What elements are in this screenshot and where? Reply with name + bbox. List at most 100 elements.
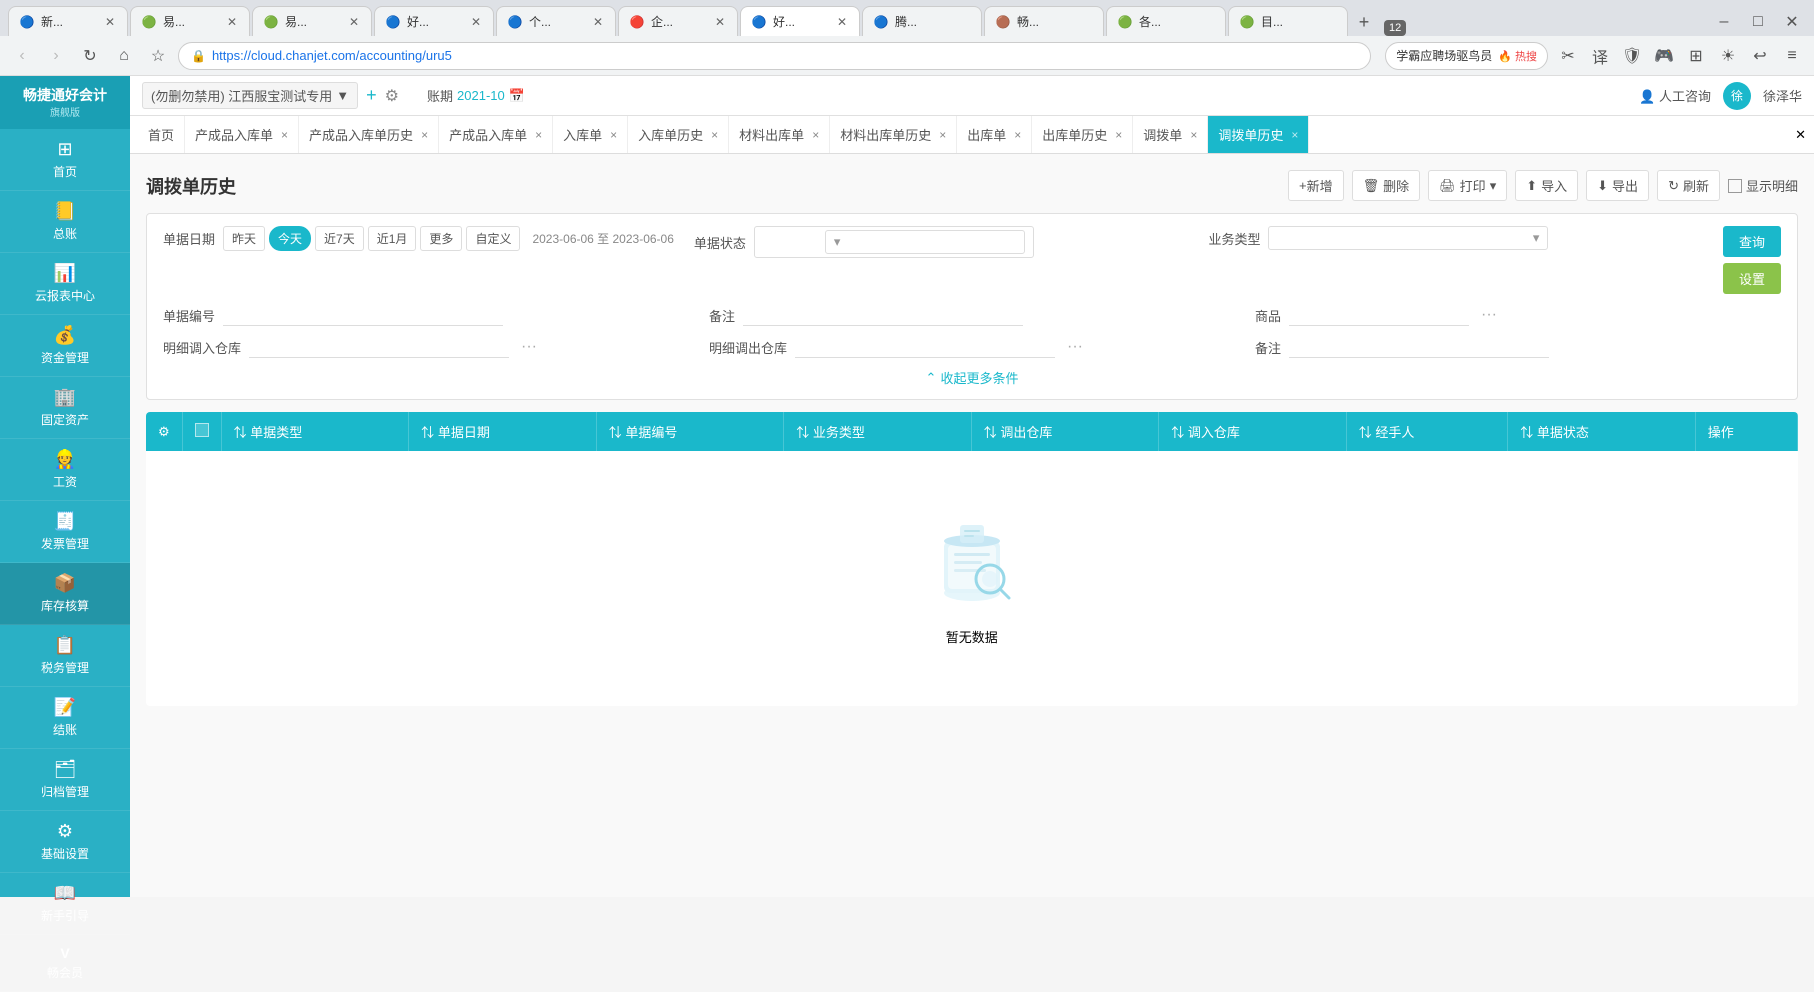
goods-dots-btn[interactable]: ··· [1481, 306, 1497, 324]
select-all-checkbox[interactable] [195, 423, 209, 437]
game-icon[interactable]: 🎮 [1650, 42, 1678, 70]
calendar-icon[interactable]: 📅 [509, 88, 525, 104]
tab-mat-out-close[interactable]: × [812, 128, 819, 142]
tab-in-hist[interactable]: 入库单历史 × [628, 116, 729, 154]
th-doc-no[interactable]: ⇅ 单据编号 [596, 412, 784, 451]
sidebar-item-settings[interactable]: ⚙ 基础设置 [0, 811, 130, 873]
query-btn[interactable]: 查询 [1723, 226, 1781, 257]
th-gear[interactable]: ⚙ [146, 412, 182, 451]
browser-tab-6[interactable]: 🔴 企... ✕ [618, 6, 738, 36]
date-7days-btn[interactable]: 近7天 [315, 226, 364, 251]
bookmark-button[interactable]: ☆ [144, 42, 172, 70]
new-tab-button[interactable]: + [1350, 8, 1378, 36]
show-toggle-checkbox[interactable] [1728, 179, 1742, 193]
date-today-btn[interactable]: 今天 [269, 226, 311, 251]
tab-close-2[interactable]: ✕ [225, 13, 239, 31]
browser-tab-3[interactable]: 🟢 易... ✕ [252, 6, 372, 36]
tab-close-5[interactable]: ✕ [591, 13, 605, 31]
filter-status-select[interactable]: ▾ [754, 226, 1034, 258]
sidebar-item-close[interactable]: 📝 结账 [0, 687, 130, 749]
settings-gear-icon[interactable]: ⚙ [385, 86, 399, 106]
tab-close-6[interactable]: ✕ [713, 13, 727, 31]
tab-product-in[interactable]: 产成品入库单 × [185, 116, 299, 154]
date-custom-btn[interactable]: 自定义 [466, 226, 520, 251]
company-selector[interactable]: (勿删勿禁用) 江西服宝测试专用 ▼ [142, 82, 358, 109]
tab-product-in-hist-close[interactable]: × [421, 128, 428, 142]
sidebar-item-inventory[interactable]: 📦 库存核算 [0, 563, 130, 625]
browser-tab-1[interactable]: 🔵 新... ✕ [8, 6, 128, 36]
th-transfer-out[interactable]: ⇅ 调出仓库 [971, 412, 1159, 451]
sidebar-item-report[interactable]: 📊 云报表中心 [0, 253, 130, 315]
collapse-btn[interactable]: ⌃ 收起更多条件 [163, 368, 1781, 387]
filter-detail-in-input[interactable] [249, 336, 509, 358]
settings-btn[interactable]: 设置 [1723, 263, 1781, 294]
browser-tab-5[interactable]: 🔵 个... ✕ [496, 6, 616, 36]
tab-close-active[interactable]: ✕ [835, 13, 849, 31]
back-button[interactable]: ‹ [8, 42, 36, 70]
sidebar-item-ledger[interactable]: 📒 总账 [0, 191, 130, 253]
tab-close-1[interactable]: ✕ [103, 13, 117, 31]
filter-goods-input[interactable] [1289, 304, 1469, 326]
browser-tab-active[interactable]: 🔵 好... ✕ [740, 6, 860, 36]
cut-icon[interactable]: ✂ [1554, 42, 1582, 70]
th-transfer-in[interactable]: ⇅ 调入仓库 [1159, 412, 1347, 451]
tab-in-close[interactable]: × [610, 128, 617, 142]
th-doc-status[interactable]: ⇅ 单据状态 [1508, 412, 1696, 451]
tab-product-in2[interactable]: 产成品入库单 × [439, 116, 553, 154]
tab-in[interactable]: 入库单 × [553, 116, 628, 154]
period-value[interactable]: 2021-10 [457, 88, 505, 103]
browser-tab-8[interactable]: 🔵 腾... [862, 6, 982, 36]
tab-mat-out-hist-close[interactable]: × [939, 128, 946, 142]
tab-transfer[interactable]: 调拨单 × [1133, 116, 1208, 154]
translate-icon[interactable]: 译 [1586, 42, 1614, 70]
sidebar-item-archive[interactable]: 🗂 归档管理 [0, 749, 130, 811]
undo-icon[interactable]: ↩ [1746, 42, 1774, 70]
tab-out-hist-close[interactable]: × [1115, 128, 1122, 142]
th-handler[interactable]: ⇅ 经手人 [1346, 412, 1507, 451]
menu-icon[interactable]: ≡ [1778, 42, 1806, 70]
tab-home[interactable]: 首页 [138, 116, 185, 154]
service-btn[interactable]: 👤 人工咨询 [1639, 86, 1711, 105]
grid-icon[interactable]: ⊞ [1682, 42, 1710, 70]
sidebar-item-funds[interactable]: 💰 资金管理 [0, 315, 130, 377]
tab-product-in-close[interactable]: × [281, 128, 288, 142]
tab-out[interactable]: 出库单 × [957, 116, 1032, 154]
th-biz-type[interactable]: ⇅ 业务类型 [784, 412, 972, 451]
window-minimize-btn[interactable]: – [1710, 8, 1738, 36]
refresh-button[interactable]: ↻ [76, 42, 104, 70]
delete-btn[interactable]: 🗑 删除 [1352, 170, 1421, 201]
tab-in-hist-close[interactable]: × [711, 128, 718, 142]
tab-out-hist[interactable]: 出库单历史 × [1032, 116, 1133, 154]
th-checkbox[interactable] [182, 412, 221, 451]
browser-tab-10[interactable]: 🟢 各... [1106, 6, 1226, 36]
sidebar-item-member[interactable]: V 畅会员 [0, 935, 130, 992]
filter-note-input[interactable] [1289, 336, 1549, 358]
tab-mat-out[interactable]: 材料出库单 × [729, 116, 830, 154]
sidebar-item-payroll[interactable]: 👷 工资 [0, 439, 130, 501]
th-doc-type[interactable]: ⇅ 单据类型 [221, 412, 409, 451]
tab-transfer-hist-close[interactable]: × [1291, 128, 1298, 142]
forward-button[interactable]: › [42, 42, 70, 70]
browser-tab-2[interactable]: 🟢 易... ✕ [130, 6, 250, 36]
tab-product-in-hist[interactable]: 产成品入库单历史 × [299, 116, 439, 154]
tab-close-all[interactable]: ✕ [1795, 127, 1806, 143]
sidebar-item-home[interactable]: ⊞ 首页 [0, 129, 130, 191]
tab-transfer-close[interactable]: × [1190, 128, 1197, 142]
tab-out-close[interactable]: × [1014, 128, 1021, 142]
sidebar-item-tax[interactable]: 📋 税务管理 [0, 625, 130, 687]
sidebar-item-invoice[interactable]: 🧾 发票管理 [0, 501, 130, 563]
window-maximize-btn[interactable]: □ [1744, 8, 1772, 36]
address-bar[interactable]: 🔒 https://cloud.chanjet.com/accounting/u… [178, 42, 1371, 70]
filter-detail-out-input[interactable] [795, 336, 1055, 358]
detail-in-dots-btn[interactable]: ··· [521, 338, 537, 356]
tab-mat-out-hist[interactable]: 材料出库单历史 × [830, 116, 957, 154]
search-bar[interactable]: 学霸应聘场驱鸟员 🔥 热搜 [1385, 42, 1548, 70]
browser-tab-4[interactable]: 🔵 好... ✕ [374, 6, 494, 36]
filter-remark-input[interactable] [743, 304, 1023, 326]
tab-transfer-hist[interactable]: 调拨单历史 × [1208, 116, 1309, 154]
print-btn[interactable]: 🖨 打印 ▾ [1428, 170, 1507, 201]
tab-product-in2-close[interactable]: × [535, 128, 542, 142]
tab-close-4[interactable]: ✕ [469, 13, 483, 31]
browser-tab-9[interactable]: 🟤 畅... [984, 6, 1104, 36]
import-btn[interactable]: ⬆ 导入 [1515, 170, 1578, 201]
